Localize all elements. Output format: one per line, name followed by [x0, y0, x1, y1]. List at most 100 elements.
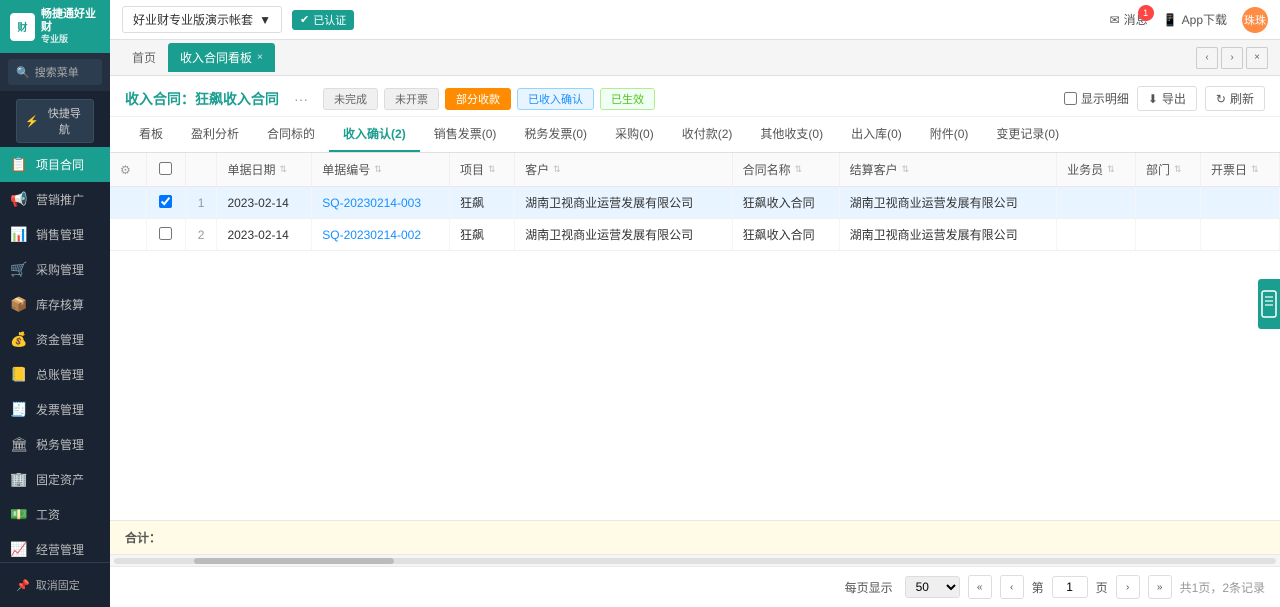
tab-next-button[interactable]: › [1221, 47, 1243, 69]
total-label: 合计： [125, 529, 161, 546]
sidebar-item-invoice[interactable]: 🧾 发票管理 [0, 392, 110, 427]
salesman-col-header[interactable]: 业务员⇅ [1057, 153, 1136, 187]
salesman-cell [1057, 187, 1136, 219]
sidebar-item-ledger[interactable]: 📒 总账管理 [0, 357, 110, 392]
tab-tax-invoice[interactable]: 税务发票(0) [510, 117, 601, 152]
settlement-col-header[interactable]: 结算客户⇅ [839, 153, 1056, 187]
number-cell[interactable]: SQ-20230214-002 [312, 219, 450, 251]
settings-cell [110, 219, 146, 251]
sidebar-item-inventory[interactable]: 📦 库存核算 [0, 287, 110, 322]
sub-tabs: 看板 盈利分析 合同标的 收入确认(2) 销售发票(0) 税务发票(0) 采购(… [110, 117, 1280, 153]
sidebar-item-project-contract[interactable]: 📋 项目合同 [0, 147, 110, 182]
home-tab[interactable]: 首页 [122, 41, 166, 74]
message-button[interactable]: ✉ 1 消息 [1110, 11, 1148, 28]
per-page-select[interactable]: 50 20 100 [905, 576, 960, 598]
contract-cell: 狂飙收入合同 [732, 187, 839, 219]
side-action-button[interactable] [1258, 279, 1280, 329]
tab-sales-invoice[interactable]: 销售发票(0) [420, 117, 511, 152]
status-tag-uninvoiced[interactable]: 未开票 [384, 88, 439, 110]
topbar: 好业财专业版演示帐套 ▼ ✔ 已认证 ✉ 1 消息 📱 App下载 珠珠 [110, 0, 1280, 40]
download-icon: 📱 [1163, 13, 1178, 27]
row-checkbox[interactable] [159, 227, 172, 240]
sidebar-nav: 📋 项目合同 📢 营销推广 📊 销售管理 🛒 采购管理 📦 库存核算 💰 资金管… [0, 147, 110, 562]
sidebar-bottom: 📌 取消固定 [0, 562, 110, 607]
settings-col-header[interactable]: ⚙ [110, 153, 146, 187]
table-row[interactable]: 1 2023-02-14 SQ-20230214-003 狂飙 湖南卫视商业运营… [110, 187, 1280, 219]
rownum-cell: 2 [185, 219, 217, 251]
number-cell[interactable]: SQ-20230214-003 [312, 187, 450, 219]
tab-change-record[interactable]: 变更记录(0) [982, 117, 1073, 152]
unpin-button[interactable]: 📌 取消固定 [8, 571, 102, 599]
tab-contract-subject[interactable]: 合同标的 [253, 117, 329, 152]
prev-page-button[interactable]: ‹ [1000, 575, 1024, 599]
invoice-icon: 🧾 [10, 401, 28, 418]
sidebar-item-payroll[interactable]: 💵 工资 [0, 497, 110, 532]
tab-attachment[interactable]: 附件(0) [916, 117, 983, 152]
contract-col-header[interactable]: 合同名称⇅ [732, 153, 839, 187]
settings-cell [110, 187, 146, 219]
status-tag-partial[interactable]: 部分收款 [445, 88, 511, 110]
company-selector[interactable]: 好业财专业版演示帐套 ▼ [122, 6, 282, 33]
scrollbar-thumb[interactable] [194, 558, 394, 564]
tab-prev-button[interactable]: ‹ [1196, 47, 1218, 69]
topbar-right: ✉ 1 消息 📱 App下载 珠珠 [1110, 7, 1268, 33]
sidebar-item-sales[interactable]: 📊 销售管理 [0, 217, 110, 252]
number-sort-icon: ⇅ [374, 164, 382, 175]
tab-revenue-confirm[interactable]: 收入确认(2) [329, 117, 420, 152]
search-menu-button[interactable]: 🔍 搜索菜单 [8, 59, 102, 85]
sidebar-item-fixed-assets[interactable]: 🏢 固定资产 [0, 462, 110, 497]
invoice-date-cell [1201, 187, 1280, 219]
date-col-header[interactable]: 单据日期⇅ [217, 153, 312, 187]
first-page-button[interactable]: « [968, 575, 992, 599]
status-tag-incomplete[interactable]: 未完成 [323, 88, 378, 110]
last-page-button[interactable]: » [1148, 575, 1172, 599]
quick-nav-button[interactable]: ⚡ 快捷导航 [16, 99, 94, 143]
horizontal-scrollbar[interactable] [110, 554, 1280, 566]
checkbox-col-header[interactable] [146, 153, 185, 187]
tab-profit[interactable]: 盈利分析 [177, 117, 253, 152]
customer-col-header[interactable]: 客户⇅ [515, 153, 732, 187]
document-link[interactable]: SQ-20230214-003 [322, 196, 421, 210]
content-header: 收入合同：狂飙收入合同 ··· 未完成 未开票 部分收款 已收入确认 已生效 显… [110, 76, 1280, 117]
user-avatar-button[interactable]: 珠珠 [1242, 7, 1268, 33]
number-col-header[interactable]: 单据编号⇅ [312, 153, 450, 187]
dept-cell [1135, 187, 1200, 219]
status-tag-effective[interactable]: 已生效 [600, 88, 655, 110]
tab-close-button[interactable]: × [257, 52, 263, 63]
export-button[interactable]: ⬇ 导出 [1137, 86, 1197, 111]
sidebar-item-purchase[interactable]: 🛒 采购管理 [0, 252, 110, 287]
page-number-input[interactable] [1052, 576, 1088, 598]
app-download-button[interactable]: 📱 App下载 [1163, 11, 1227, 28]
document-link[interactable]: SQ-20230214-002 [322, 228, 421, 242]
next-page-button[interactable]: › [1116, 575, 1140, 599]
sidebar-item-marketing[interactable]: 📢 营销推广 [0, 182, 110, 217]
fixed-assets-icon: 🏢 [10, 471, 28, 488]
payroll-icon: 💵 [10, 506, 28, 523]
status-tag-confirmed[interactable]: 已收入确认 [517, 88, 594, 110]
active-tab[interactable]: 收入合同看板 × [168, 43, 275, 72]
table-row[interactable]: 2 2023-02-14 SQ-20230214-002 狂飙 湖南卫视商业运营… [110, 219, 1280, 251]
sidebar-item-funds[interactable]: 💰 资金管理 [0, 322, 110, 357]
tab-payment[interactable]: 收付款(2) [668, 117, 747, 152]
tax-icon: 🏛 [10, 436, 28, 453]
tab-close-all-button[interactable]: × [1246, 47, 1268, 69]
marketing-icon: 📢 [10, 191, 28, 208]
export-icon: ⬇ [1148, 92, 1158, 106]
select-all-checkbox[interactable] [159, 162, 172, 175]
tab-other[interactable]: 其他收支(0) [746, 117, 837, 152]
sidebar-item-management[interactable]: 📈 经营管理 [0, 532, 110, 562]
refresh-button[interactable]: ↻ 刷新 [1205, 86, 1265, 111]
dept-col-header[interactable]: 部门⇅ [1135, 153, 1200, 187]
sidebar-item-tax[interactable]: 🏛 税务管理 [0, 427, 110, 462]
checkbox-cell[interactable] [146, 219, 185, 251]
tab-kanban[interactable]: 看板 [125, 117, 177, 152]
show-detail-checkbox[interactable] [1064, 92, 1077, 105]
project-cell: 狂飙 [450, 187, 515, 219]
tab-warehouse[interactable]: 出入库(0) [837, 117, 916, 152]
invoice-date-col-header[interactable]: 开票日⇅ [1201, 153, 1280, 187]
row-checkbox[interactable] [159, 195, 172, 208]
project-col-header[interactable]: 项目⇅ [450, 153, 515, 187]
checkbox-cell[interactable] [146, 187, 185, 219]
more-button[interactable]: ··· [289, 91, 313, 107]
tab-purchase[interactable]: 采购(0) [601, 117, 668, 152]
